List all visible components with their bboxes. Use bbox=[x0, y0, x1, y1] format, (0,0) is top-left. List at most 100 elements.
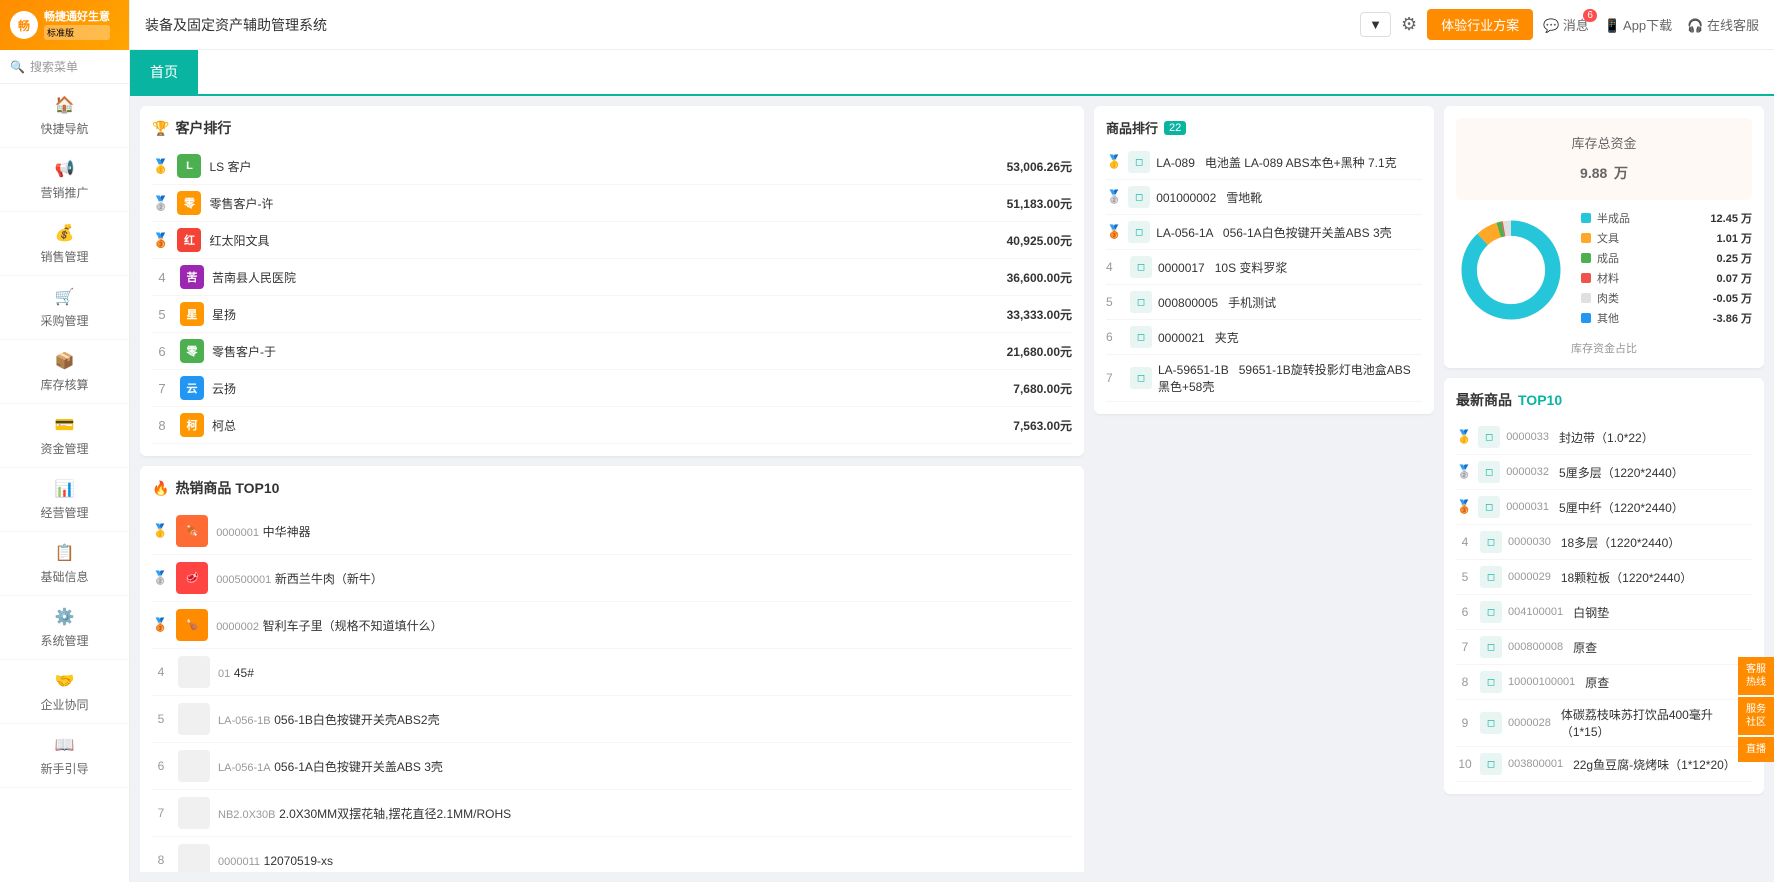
main-wrapper: 装备及固定资产辅助管理系统 ▼ ⚙ 体验行业方案 💬 消息 6 📱 App下载 … bbox=[130, 0, 1774, 882]
logo-badge: 标准版 bbox=[44, 25, 110, 40]
table-row: 5 星 星扬 33,333.00元 bbox=[152, 296, 1072, 333]
list-item: 6 ◻ 004100001 白钢垫 bbox=[1456, 595, 1752, 630]
table-row: 🥇 L LS 客户 53,006.26元 bbox=[152, 148, 1072, 185]
rank-number: 5 bbox=[1106, 295, 1124, 309]
rank-number: 4 bbox=[1106, 260, 1124, 274]
donut-chart bbox=[1456, 215, 1566, 325]
service-community-button[interactable]: 服务 社区 bbox=[1738, 697, 1774, 735]
topbar-right: 💬 消息 6 📱 App下载 🎧 在线客服 bbox=[1543, 15, 1759, 34]
table-row: 🥈 零 零售客户-许 51,183.00元 bbox=[152, 185, 1072, 222]
cooperation-icon: 🤝 bbox=[54, 670, 76, 692]
sidebar-item-purchase[interactable]: 🛒 采购管理 bbox=[0, 276, 129, 340]
product-name: 2.0X30MM双摆花轴,摆花直径2.1MM/ROHS bbox=[279, 807, 511, 821]
medal-icon: 🥈 bbox=[152, 195, 169, 212]
online-service-button[interactable]: 🎧 在线客服 bbox=[1687, 15, 1759, 34]
medal-icon: 🥈 bbox=[1106, 189, 1122, 205]
sidebar-item-basics[interactable]: 📋 基础信息 bbox=[0, 532, 129, 596]
customer-ranking-card: 🏆 客户排行 🥇 L LS 客户 53,006.26元 🥈 零 零售客户-许 bbox=[140, 106, 1084, 456]
customer-amount: 40,925.00元 bbox=[1007, 232, 1072, 249]
avatar: 零 bbox=[177, 191, 201, 215]
search-menu[interactable]: 🔍 搜索菜单 bbox=[0, 50, 129, 84]
headset-icon: 🎧 bbox=[1687, 18, 1703, 33]
product-icon: ◻ bbox=[1480, 566, 1502, 588]
sidebar-item-marketing[interactable]: 📢 营销推广 bbox=[0, 148, 129, 212]
hot-products-card: 🔥 热销商品 TOP10 🥇 🍖 0000001 中华神器 🥈 🥩 0005 bbox=[140, 466, 1084, 872]
sidebar-item-label: 采购管理 bbox=[40, 312, 88, 329]
rank-number: 4 bbox=[1456, 535, 1474, 549]
sidebar-item-label: 系统管理 bbox=[40, 632, 88, 649]
legend-dot bbox=[1581, 313, 1591, 323]
customer-name: 红太阳文具 bbox=[209, 232, 998, 249]
product-info: LA-59651-1B 59651-1B旋转投影灯电池盒ABS黑色+58壳 bbox=[1158, 361, 1422, 395]
trial-button[interactable]: 体验行业方案 bbox=[1427, 9, 1533, 40]
medal-icon: 🥇 bbox=[152, 158, 169, 175]
medal-icon: 🥇 bbox=[152, 523, 168, 539]
legend-item: 材料 0.07 万 bbox=[1581, 270, 1752, 286]
sidebar-item-home[interactable]: 🏠 快捷导航 bbox=[0, 84, 129, 148]
search-label: 搜索菜单 bbox=[30, 58, 78, 75]
product-name: 中华神器 bbox=[263, 525, 311, 539]
logo-icon: 畅 bbox=[10, 11, 38, 39]
list-item: 7 ◻ LA-59651-1B 59651-1B旋转投影灯电池盒ABS黑色+58… bbox=[1106, 355, 1422, 402]
product-image: 🥩 bbox=[176, 562, 208, 594]
medal-icon: 🥇 bbox=[1106, 154, 1122, 170]
product-code: 003800001 bbox=[1508, 758, 1563, 770]
customer-ranking-table: 🥇 L LS 客户 53,006.26元 🥈 零 零售客户-许 51,183.0… bbox=[152, 148, 1072, 444]
sidebar-item-label: 经营管理 bbox=[40, 504, 88, 521]
newbie-icon: 📖 bbox=[54, 734, 76, 756]
table-row: 6 零 零售客户-于 21,680.00元 bbox=[152, 333, 1072, 370]
sidebar-item-label: 基础信息 bbox=[40, 568, 88, 585]
product-code: 000800008 bbox=[1508, 641, 1563, 653]
medal-icon: 🥉 bbox=[152, 617, 168, 633]
customer-name: LS 客户 bbox=[209, 158, 998, 175]
right-section: 库存总资金 9.88 万 bbox=[1444, 106, 1764, 872]
customer-service-button[interactable]: 客服 热线 bbox=[1738, 657, 1774, 695]
sidebar-item-system[interactable]: ⚙️ 系统管理 bbox=[0, 596, 129, 660]
sidebar-item-newbie[interactable]: 📖 新手引导 bbox=[0, 724, 129, 788]
product-name: 新西兰牛肉（新牛） bbox=[275, 572, 383, 586]
app-download-button[interactable]: 📱 App下载 bbox=[1604, 15, 1672, 34]
avatar: 柯 bbox=[180, 413, 204, 437]
rank-number: 6 bbox=[1106, 330, 1124, 344]
product-name: 45# bbox=[234, 666, 254, 680]
tab-home[interactable]: 首页 bbox=[130, 50, 198, 94]
sidebar-item-label: 库存核算 bbox=[40, 376, 88, 393]
product-name: 056-1B白色按键开关壳ABS2壳 bbox=[274, 713, 439, 727]
settings-icon[interactable]: ⚙ bbox=[1401, 14, 1417, 35]
list-item: 4 01 45# bbox=[152, 649, 1072, 696]
rank-number: 7 bbox=[1456, 640, 1474, 654]
legend-dot bbox=[1581, 253, 1591, 263]
rank-number: 8 bbox=[152, 418, 172, 433]
medal-icon: 🥈 bbox=[1456, 464, 1472, 480]
sidebar-item-inventory[interactable]: 📦 库存核算 bbox=[0, 340, 129, 404]
legend-label: 肉类 bbox=[1597, 290, 1707, 306]
sidebar-item-label: 新手引导 bbox=[40, 760, 88, 777]
notification-button[interactable]: 💬 消息 6 bbox=[1543, 15, 1589, 34]
product-name: 18颗粒板（1220*2440） bbox=[1561, 569, 1752, 586]
list-item: 4 ◻ 0000017 10S 变料罗浆 bbox=[1106, 250, 1422, 285]
product-name: 智利车子里（规格不知道填什么） bbox=[263, 619, 443, 633]
live-broadcast-button[interactable]: 直播 bbox=[1738, 737, 1774, 762]
system-dropdown[interactable]: ▼ bbox=[1360, 12, 1391, 37]
product-name: 封边带（1.0*22） bbox=[1559, 429, 1752, 446]
sidebar-item-cooperation[interactable]: 🤝 企业协同 bbox=[0, 660, 129, 724]
rank-number: 7 bbox=[152, 806, 170, 820]
medal-icon: 🥉 bbox=[152, 232, 169, 249]
list-item: 🥈 🥩 000500001 新西兰牛肉（新牛） bbox=[152, 555, 1072, 602]
sidebar-item-finance[interactable]: 💳 资金管理 bbox=[0, 404, 129, 468]
product-icon: ◻ bbox=[1480, 712, 1502, 734]
list-item: 🥉 ◻ LA-056-1A 056-1A白色按键开关盖ABS 3壳 bbox=[1106, 215, 1422, 250]
customer-amount: 7,563.00元 bbox=[1013, 417, 1072, 434]
sidebar-item-operations[interactable]: 📊 经营管理 bbox=[0, 468, 129, 532]
product-rank-label: 商品排行 bbox=[1106, 118, 1158, 137]
donut-legend: 半成品 12.45 万 文具 1.01 万 成品 0.25 万 bbox=[1581, 210, 1752, 330]
product-info: 001000002 雪地靴 bbox=[1156, 189, 1422, 206]
product-icon: ◻ bbox=[1130, 291, 1152, 313]
list-item: 🥇 🍖 0000001 中华神器 bbox=[152, 508, 1072, 555]
legend-item: 半成品 12.45 万 bbox=[1581, 210, 1752, 226]
sidebar-item-sales[interactable]: 💰 销售管理 bbox=[0, 212, 129, 276]
legend-value: -0.05 万 bbox=[1713, 290, 1752, 306]
customer-name: 零售客户-许 bbox=[209, 195, 998, 212]
list-item: 7 ◻ 000800008 原查 bbox=[1456, 630, 1752, 665]
avatar: 苦 bbox=[180, 265, 204, 289]
